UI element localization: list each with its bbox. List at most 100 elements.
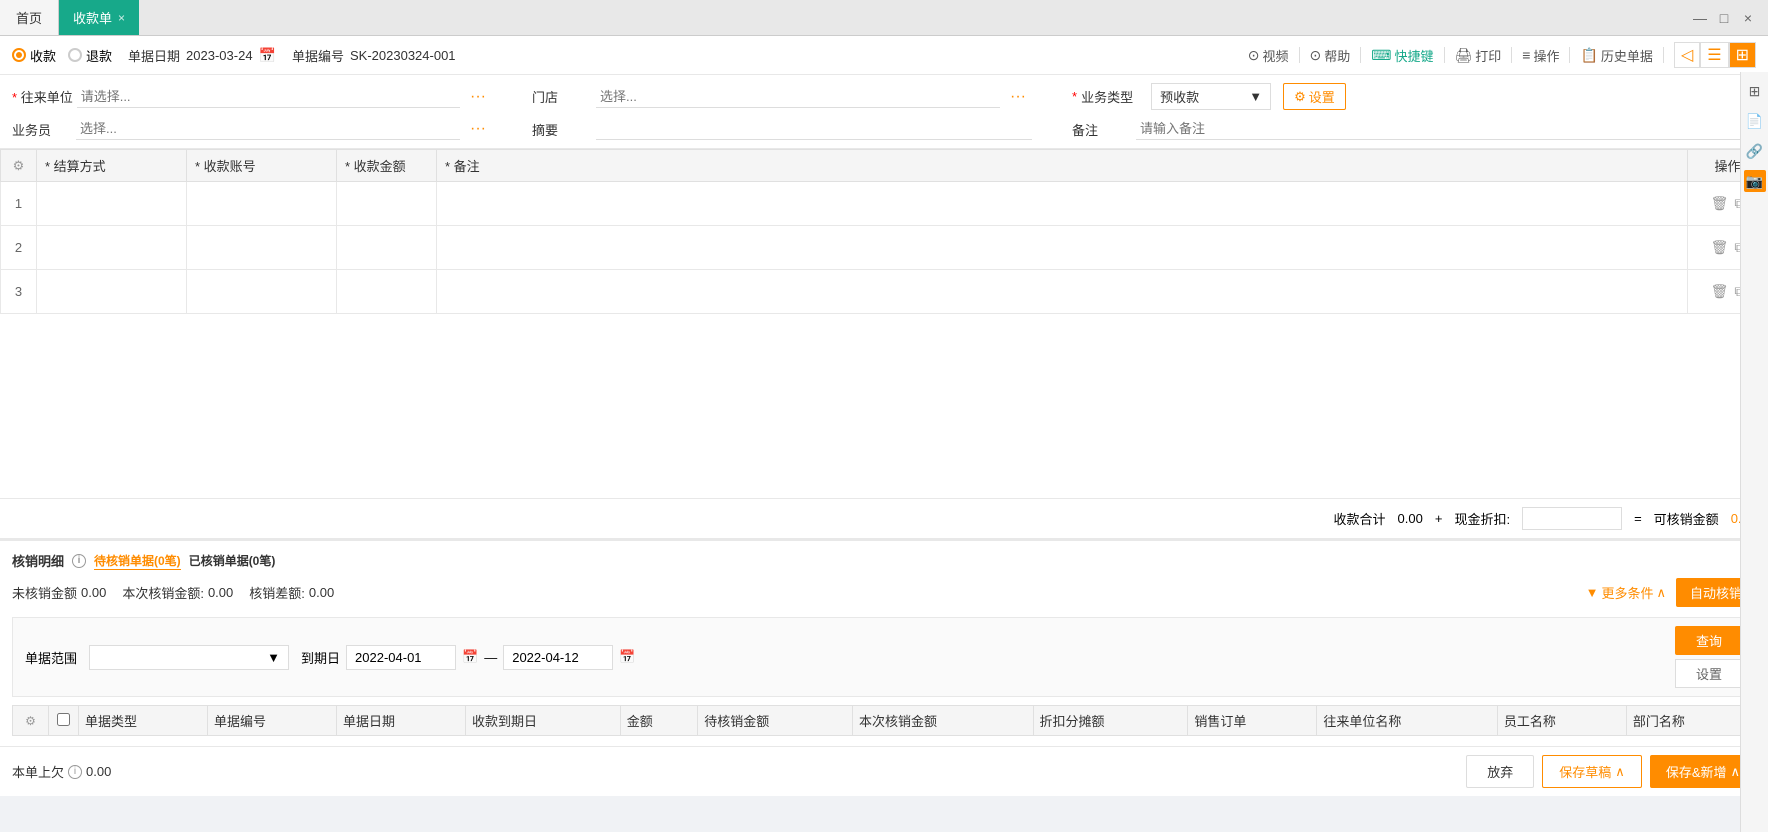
range-select[interactable]: ▼ xyxy=(89,645,289,670)
date-to-input[interactable] xyxy=(503,645,613,670)
unverified-amount: 未核销金额 0.00 xyxy=(12,583,106,602)
range-settings-button[interactable]: 设置 xyxy=(1675,659,1743,688)
row-num-1: 1 xyxy=(1,182,37,226)
current-value: 0.00 xyxy=(208,585,233,600)
cell-amount-1[interactable] xyxy=(337,182,437,226)
cell-settle-1[interactable] xyxy=(37,182,187,226)
delete-icon-2[interactable]: 🗑 xyxy=(1711,239,1729,256)
divider2 xyxy=(1360,47,1361,63)
cell-settle-3[interactable] xyxy=(37,270,187,314)
diff-value: 0.00 xyxy=(309,585,334,600)
delete-icon-1[interactable]: 🗑 xyxy=(1711,195,1729,212)
tab-current[interactable]: 收款单 × xyxy=(59,0,139,35)
bottom-col-settings[interactable]: ⚙ xyxy=(13,706,49,736)
cell-amount-3[interactable] xyxy=(337,270,437,314)
settings-button[interactable]: ⚙ 设置 xyxy=(1283,83,1346,110)
col-doc-date: 单据日期 xyxy=(337,706,466,736)
table-row: 1 🗑 ⧉ xyxy=(1,182,1768,226)
calendar-from-icon[interactable]: 📅 xyxy=(462,649,478,665)
minimize-btn[interactable]: — xyxy=(1692,10,1708,26)
summary-field: 摘要 xyxy=(532,118,1032,140)
tab-home[interactable]: 首页 xyxy=(0,0,59,35)
sidebar-camera-icon[interactable]: 📷 xyxy=(1744,170,1766,192)
close-btn[interactable]: × xyxy=(1740,10,1756,26)
gear-icon: ⚙ xyxy=(1294,89,1306,105)
cell-note-1[interactable] xyxy=(437,182,1688,226)
sidebar-link-icon[interactable]: 🔗 xyxy=(1744,140,1766,162)
cell-account-3[interactable] xyxy=(187,270,337,314)
operations-btn[interactable]: ≡ 操作 xyxy=(1522,46,1559,65)
radio-refund[interactable]: 退款 xyxy=(68,46,112,65)
delete-icon-3[interactable]: 🗑 xyxy=(1711,283,1729,300)
radio-receipt[interactable]: 收款 xyxy=(12,46,56,65)
shortcuts-icon: ⌨ xyxy=(1371,47,1391,64)
operations-label: 操作 xyxy=(1533,46,1559,65)
sidebar-doc-icon[interactable]: 📄 xyxy=(1744,110,1766,132)
staff-input[interactable] xyxy=(76,118,460,140)
cell-amount-2[interactable] xyxy=(337,226,437,270)
due-date-field: 到期日 📅 — 📅 xyxy=(301,645,635,670)
print-btn[interactable]: 🖨 打印 xyxy=(1455,46,1502,65)
cell-note-2[interactable] xyxy=(437,226,1688,270)
help-label: 帮助 xyxy=(1324,46,1350,65)
date-from-input[interactable] xyxy=(346,645,456,670)
cell-settle-2[interactable] xyxy=(37,226,187,270)
print-label: 打印 xyxy=(1475,46,1501,65)
unverified-value: 0.00 xyxy=(81,585,106,600)
done-link[interactable]: 已核销单据(0笔) xyxy=(189,552,276,569)
radio-refund-label: 退款 xyxy=(86,46,112,65)
discount-label: 现金折扣: xyxy=(1454,509,1510,528)
calendar-icon[interactable]: 📅 xyxy=(259,47,276,64)
table-row: 2 🗑 ⧉ xyxy=(1,226,1768,270)
prev-info-icon[interactable]: i xyxy=(68,765,82,779)
required-star: * xyxy=(12,90,17,105)
calendar-to-icon[interactable]: 📅 xyxy=(619,649,635,665)
cell-note-3[interactable] xyxy=(437,270,1688,314)
abandon-button[interactable]: 放弃 xyxy=(1466,755,1534,788)
maximize-btn[interactable]: □ xyxy=(1716,10,1732,26)
query-button[interactable]: 查询 xyxy=(1675,626,1743,655)
staff-more-icon[interactable]: ··· xyxy=(464,120,492,138)
col-settle-method: * 结算方式 xyxy=(37,150,187,182)
cell-account-2[interactable] xyxy=(187,226,337,270)
main-area: 收款 退款 单据日期 2023-03-24 📅 单据编号 SK-20230324… xyxy=(0,36,1768,796)
note-input[interactable] xyxy=(1136,118,1756,140)
more-conditions-btn[interactable]: ▼ 更多条件 ∧ xyxy=(1586,583,1666,602)
summary-input[interactable] xyxy=(596,118,1032,140)
bottom-table-section: ⚙ 单据类型 单据编号 单据日期 收款到期日 金额 待核销金额 本次核销金额 折… xyxy=(12,705,1756,736)
sidebar-table-icon[interactable]: ⊞ xyxy=(1744,80,1766,102)
net-label: 可核销金额 xyxy=(1654,509,1719,528)
discount-input[interactable] xyxy=(1522,507,1622,530)
save-draft-button[interactable]: 保存草稿 ∧ xyxy=(1542,755,1642,788)
current-amount: 本次核销金额: 0.00 xyxy=(122,583,233,602)
chevron-icon: ∧ xyxy=(1656,585,1666,601)
divider1 xyxy=(1299,47,1300,63)
list-view-btn[interactable]: ☰ xyxy=(1700,42,1728,68)
info-icon[interactable]: i xyxy=(72,554,86,568)
prev-label: 本单上欠 xyxy=(12,762,64,781)
cell-account-1[interactable] xyxy=(187,182,337,226)
store-more-icon[interactable]: ··· xyxy=(1004,88,1032,106)
col-receipt-account: * 收款账号 xyxy=(187,150,337,182)
prev-btn[interactable]: ◁ xyxy=(1674,42,1700,68)
video-btn[interactable]: ⊙ 视频 xyxy=(1248,46,1289,65)
help-btn[interactable]: ⊙ 帮助 xyxy=(1310,46,1351,65)
biz-type-dropdown[interactable]: 预收款 ▼ xyxy=(1151,83,1271,110)
col-settings[interactable]: ⚙ xyxy=(1,150,37,182)
counterpart-input[interactable] xyxy=(77,86,460,108)
store-input[interactable] xyxy=(596,86,1000,108)
shortcuts-btn[interactable]: ⌨ 快捷键 xyxy=(1371,46,1433,65)
range-label: 单据范围 xyxy=(25,648,77,667)
total-value: 0.00 xyxy=(1398,511,1423,526)
counterpart-more-icon[interactable]: ··· xyxy=(464,88,492,106)
history-btn[interactable]: 📋 历史单据 xyxy=(1580,46,1652,65)
pending-link[interactable]: 待核销单据(0笔) xyxy=(94,552,181,570)
tab-close-icon[interactable]: × xyxy=(118,11,125,25)
table-row: 3 🗑 ⧉ xyxy=(1,270,1768,314)
select-all-checkbox[interactable] xyxy=(57,713,70,726)
divider6 xyxy=(1663,47,1664,63)
video-label: 视频 xyxy=(1263,46,1289,65)
grid-view-btn[interactable]: ⊞ xyxy=(1729,42,1756,68)
bottom-col-check[interactable] xyxy=(49,706,79,736)
date-value: 2023-03-24 xyxy=(186,48,253,63)
